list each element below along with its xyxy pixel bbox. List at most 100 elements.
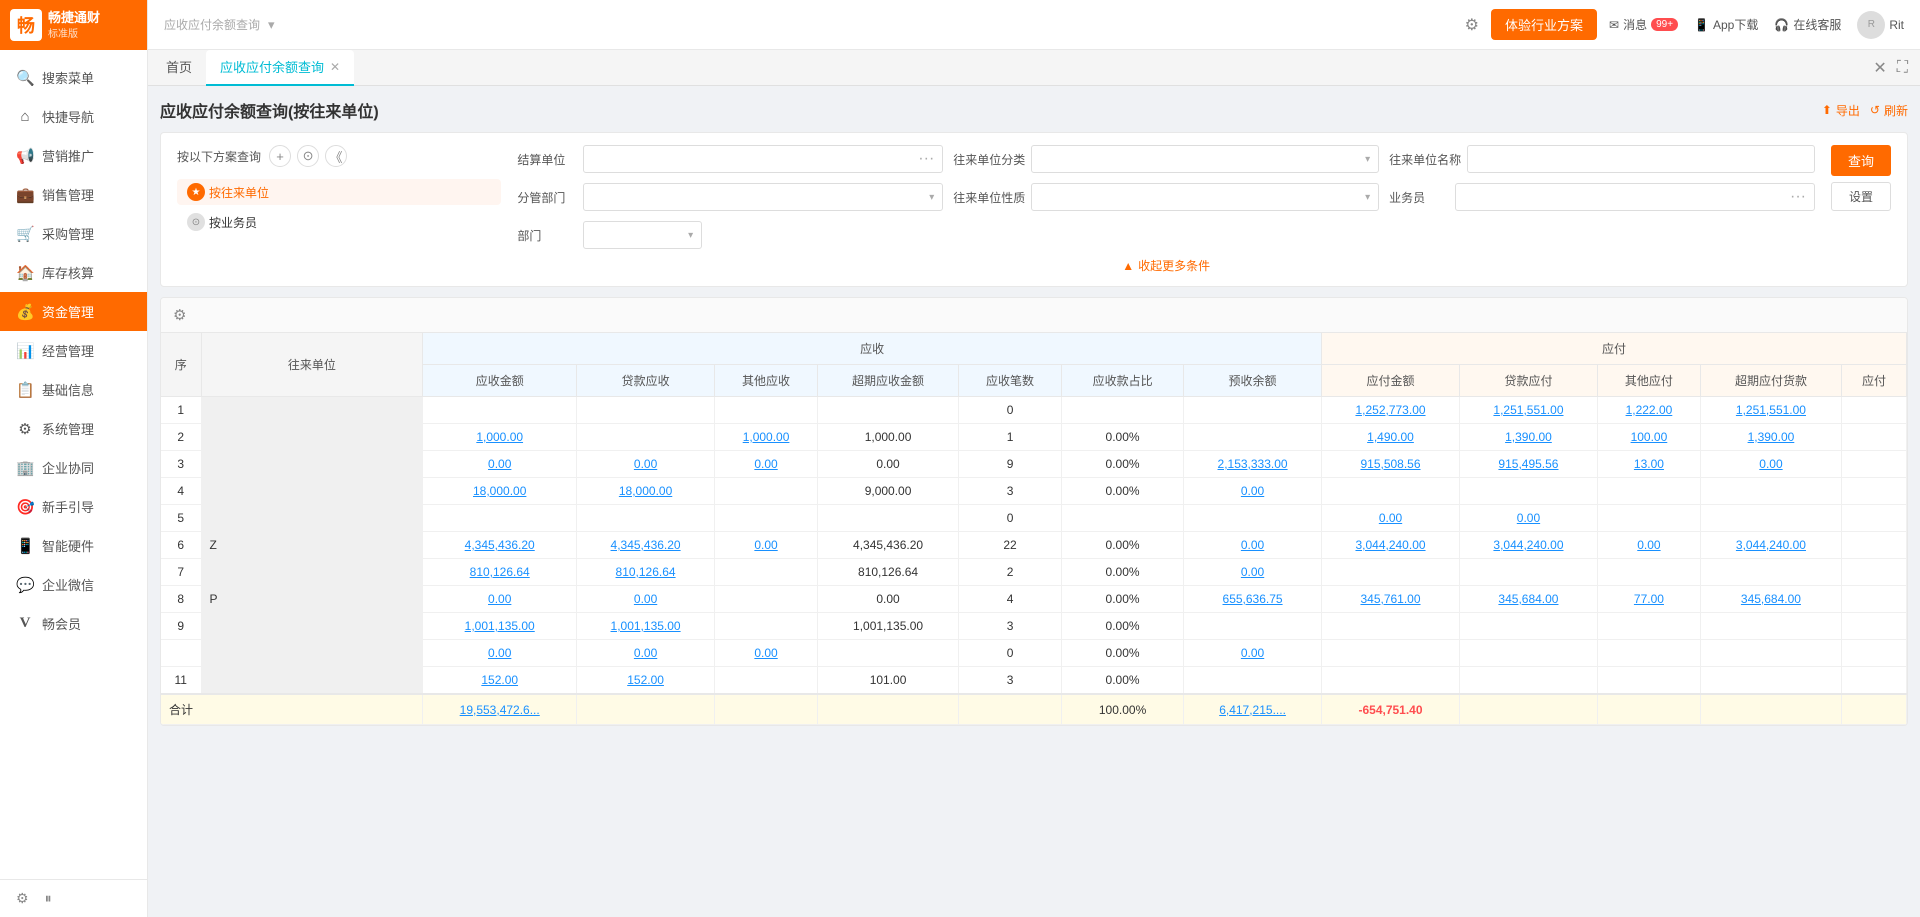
partner-category-arrow-icon[interactable]: ▾ [1365, 154, 1370, 165]
refresh-button[interactable]: ↺ 刷新 [1870, 102, 1908, 119]
sidebar-item-guide[interactable]: 🎯 新手引导 [0, 487, 147, 526]
refresh-label: 刷新 [1884, 102, 1908, 119]
sidebar-item-smart-hw[interactable]: 📱 智能硬件 [0, 526, 147, 565]
guide-icon: 🎯 [16, 498, 34, 516]
filter-settings-button[interactable]: ⊙ [297, 145, 319, 167]
table-settings-icon[interactable]: ⚙ [173, 306, 186, 324]
filter-rows: 结算单位 ··· 往来单位分类 ▾ [517, 145, 1815, 249]
app-download-button[interactable]: 📱 App下载 [1694, 16, 1758, 33]
table-header-settings: ⚙ [161, 298, 1907, 333]
partner-nature-input[interactable]: ▾ [1031, 183, 1379, 211]
partner-name-input[interactable] [1467, 145, 1815, 173]
purchase-icon: 🛒 [16, 225, 34, 243]
partner-name-label: 往来单位名称 [1389, 151, 1461, 168]
header-cta-button[interactable]: 体验行业方案 [1491, 9, 1597, 40]
settlement-dots-icon[interactable]: ··· [918, 150, 934, 168]
sidebar-item-quick-nav[interactable]: ⌂ 快捷导航 [0, 97, 147, 136]
sidebar-item-marketing[interactable]: 📢 营销推广 [0, 136, 147, 175]
refresh-icon: ↺ [1870, 103, 1880, 117]
sidebar-menu: 🔍 搜索菜单 ⌂ 快捷导航 📢 营销推广 💼 销售管理 🛒 采购管理 🏠 库存核… [0, 50, 147, 879]
dept-input[interactable]: ▾ [583, 221, 702, 249]
customer-service-button[interactable]: 🎧 在线客服 [1774, 16, 1841, 33]
export-label: 导出 [1836, 102, 1860, 119]
sidebar-item-sales[interactable]: 💼 销售管理 [0, 175, 147, 214]
settlement-input[interactable]: ··· [583, 145, 943, 173]
search-menu-icon: 🔍 [16, 69, 34, 87]
breadcrumb: 应收应付余额查询 ▾ [164, 16, 1453, 33]
sidebar-item-enterprise[interactable]: 🏢 企业协同 [0, 448, 147, 487]
query-button[interactable]: 查询 [1831, 145, 1891, 176]
window-close-icon[interactable]: ✕ [1873, 58, 1886, 78]
dept-label: 部门 [517, 227, 577, 244]
table-footer-row: 合计 19,553,472.6... 100.00% 6,417,215....… [161, 694, 1907, 725]
sidebar-item-purchase[interactable]: 🛒 采购管理 [0, 214, 147, 253]
filter-row-1: 结算单位 ··· 往来单位分类 ▾ [517, 145, 1815, 173]
table-row: 0.000.000.0000.00%0.00 [161, 640, 1907, 667]
sidebar-item-label: 系统管理 [42, 419, 94, 438]
add-filter-button[interactable]: + [269, 145, 291, 167]
sidebar-item-operations[interactable]: 📊 经营管理 [0, 331, 147, 370]
partner-category-input[interactable]: ▾ [1031, 145, 1379, 173]
sidebar-item-basic-info[interactable]: 📋 基础信息 [0, 370, 147, 409]
sidebar-item-label: 资金管理 [42, 302, 94, 321]
sidebar-item-wechat[interactable]: 💬 企业微信 [0, 565, 147, 604]
app-download-label: App下载 [1713, 16, 1758, 33]
footer-label: 合计 [161, 694, 423, 725]
division-dept-input[interactable]: ▾ [583, 183, 943, 211]
breadcrumb-text: 应收应付余额查询 [164, 16, 260, 33]
page-header: 应收应付余额查询(按往来单位) ⬆ 导出 ↺ 刷新 [160, 98, 1908, 122]
division-dept-arrow-icon[interactable]: ▾ [929, 192, 934, 203]
table-row: 8P0.000.000.0040.00%655,636.75345,761.00… [161, 586, 1907, 613]
breadcrumb-arrow-icon: ▾ [268, 17, 275, 33]
user-profile[interactable]: R Rit [1857, 11, 1904, 39]
partner-nature-label: 往来单位性质 [953, 189, 1025, 206]
th-payable-abbr: 应付 [1841, 365, 1906, 397]
partner-nature-arrow-icon[interactable]: ▾ [1365, 192, 1370, 203]
footer-other-receivable [715, 694, 818, 725]
tab-home[interactable]: 首页 [152, 50, 206, 86]
sidebar-item-label: 企业协同 [42, 458, 94, 477]
main-wrapper: 首页 应收应付余额查询 ✕ ✕ ⛶ 应收应付余额查询(按往来单位) ⬆ 导出 ↺… [148, 50, 1920, 917]
by-partner-icon: ★ [187, 183, 205, 201]
dept-arrow-icon[interactable]: ▾ [688, 230, 693, 241]
logo-icon: 畅 [10, 9, 42, 41]
sidebar-bottom: ⚙ ⏸ [0, 879, 147, 917]
sidebar-item-capital[interactable]: 💰 资金管理 [0, 292, 147, 331]
page-content: 应收应付余额查询(按往来单位) ⬆ 导出 ↺ 刷新 按以下方案查询 [148, 86, 1920, 917]
sidebar-collapse-icon[interactable]: ⏸ [45, 890, 52, 907]
salesman-dots-icon[interactable]: ··· [1790, 188, 1806, 206]
messages-button[interactable]: ✉ 消息 99+ [1609, 16, 1678, 33]
wechat-icon: 💬 [16, 576, 34, 594]
option-by-salesman[interactable]: ⊙ 按业务员 [177, 209, 501, 235]
settings-button[interactable]: 设置 [1831, 182, 1891, 211]
sidebar-item-label: 经营管理 [42, 341, 94, 360]
by-salesman-icon: ⊙ [187, 213, 205, 231]
data-table-wrapper: ⚙ 序 往来单位 应收 应付 应收金额 贷款应收 其他应收 [160, 297, 1908, 726]
sidebar-item-inventory[interactable]: 🏠 库存核算 [0, 253, 147, 292]
sidebar-item-label: 库存核算 [42, 263, 94, 282]
table-scroll[interactable]: 序 往来单位 应收 应付 应收金额 贷款应收 其他应收 超期应收金额 应收笔数 … [161, 333, 1907, 725]
sidebar-item-system[interactable]: ⚙ 系统管理 [0, 409, 147, 448]
sidebar-settings-icon[interactable]: ⚙ [16, 890, 29, 907]
option-by-partner[interactable]: ★ 按往来单位 [177, 179, 501, 205]
footer-prepaid-balance[interactable]: 6,417,215.... [1184, 694, 1322, 725]
tab-balance-query[interactable]: 应收应付余额查询 ✕ [206, 50, 354, 86]
th-overdue-payable: 超期应付货款 [1700, 365, 1841, 397]
filter-row-2: 分管部门 ▾ 往来单位性质 ▾ [517, 183, 1815, 211]
filter-collapse-button[interactable]: ▲ 收起更多条件 [517, 257, 1815, 274]
export-icon: ⬆ [1822, 103, 1832, 117]
footer-receivable-amount[interactable]: 19,553,472.6... [423, 694, 577, 725]
sidebar-item-search-menu[interactable]: 🔍 搜索菜单 [0, 58, 147, 97]
footer-receivable-ratio: 100.00% [1062, 694, 1184, 725]
enterprise-icon: 🏢 [16, 459, 34, 477]
sales-icon: 💼 [16, 186, 34, 204]
salesman-input[interactable]: ··· [1455, 183, 1815, 211]
sidebar-item-member[interactable]: V 畅会员 [0, 604, 147, 643]
marketing-icon: 📢 [16, 147, 34, 165]
window-expand-icon[interactable]: ⛶ [1897, 59, 1908, 77]
partner-category-label: 往来单位分类 [953, 151, 1025, 168]
tab-close-icon[interactable]: ✕ [330, 60, 340, 74]
header-settings-icon[interactable]: ⚙ [1465, 15, 1479, 35]
filter-collapse-button[interactable]: 《 [325, 145, 347, 167]
export-button[interactable]: ⬆ 导出 [1822, 102, 1860, 119]
